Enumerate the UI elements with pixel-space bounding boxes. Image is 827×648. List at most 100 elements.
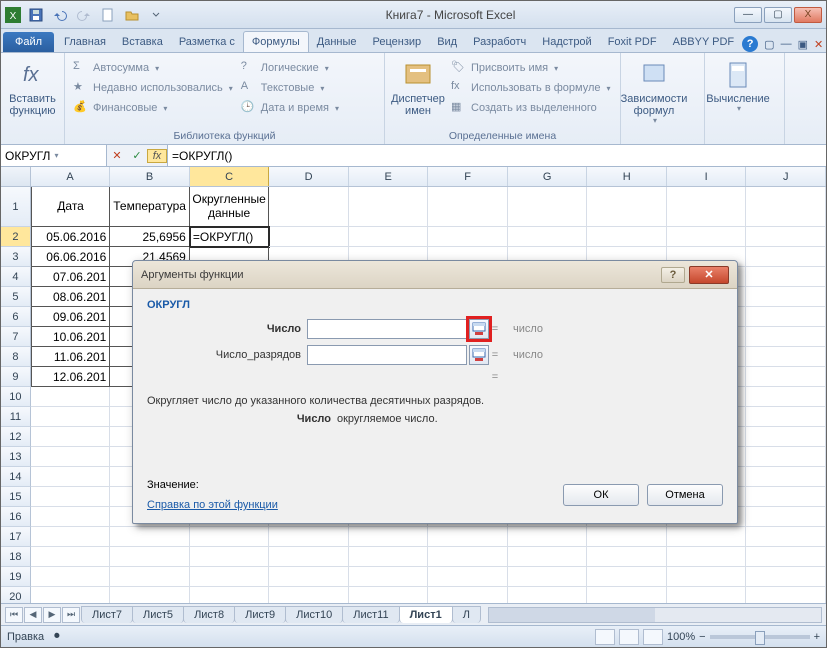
- cell[interactable]: [190, 547, 270, 567]
- col-H[interactable]: H: [587, 167, 667, 186]
- zoom-in-icon[interactable]: +: [814, 631, 820, 643]
- save-icon[interactable]: [25, 5, 47, 25]
- sheet-nav-first-icon[interactable]: ⏮: [5, 607, 23, 623]
- cell[interactable]: [349, 527, 429, 547]
- cell[interactable]: [746, 387, 826, 407]
- cell[interactable]: [190, 527, 270, 547]
- qat-more-icon[interactable]: [145, 5, 167, 25]
- tab-abbyy[interactable]: ABBYY PDF: [665, 32, 743, 52]
- cell[interactable]: [746, 447, 826, 467]
- sheet-tab[interactable]: Лист10: [285, 606, 343, 623]
- arg2-refedit-button[interactable]: [469, 345, 489, 365]
- close-button[interactable]: X: [794, 7, 822, 23]
- cell[interactable]: [746, 407, 826, 427]
- formula-auditing-button[interactable]: Зависимости формул▾: [627, 55, 681, 126]
- row-header[interactable]: 8: [1, 347, 31, 367]
- sheet-nav-prev-icon[interactable]: ◀: [24, 607, 42, 623]
- mdi-close-icon[interactable]: ✕: [814, 38, 823, 51]
- cell[interactable]: 12.06.201: [31, 367, 111, 387]
- zoom-slider[interactable]: [710, 635, 810, 639]
- row-header[interactable]: 13: [1, 447, 31, 467]
- cell[interactable]: [667, 547, 747, 567]
- cell[interactable]: [746, 427, 826, 447]
- cell[interactable]: [746, 307, 826, 327]
- cell[interactable]: [31, 547, 111, 567]
- insert-function-button[interactable]: fx Вставить функцию: [7, 55, 58, 117]
- cell[interactable]: [269, 527, 349, 547]
- cell[interactable]: [269, 227, 349, 247]
- cell[interactable]: [587, 567, 667, 587]
- cell[interactable]: [349, 187, 429, 227]
- dialog-ok-button[interactable]: ОК: [563, 484, 639, 506]
- cell[interactable]: [428, 187, 508, 227]
- row-header[interactable]: 15: [1, 487, 31, 507]
- cell[interactable]: [508, 567, 588, 587]
- cell[interactable]: [428, 527, 508, 547]
- new-icon[interactable]: [97, 5, 119, 25]
- file-tab[interactable]: Файл: [3, 32, 54, 52]
- fx-button[interactable]: fx: [147, 149, 167, 163]
- cancel-formula-icon[interactable]: ✕: [107, 146, 127, 166]
- tab-addins[interactable]: Надстрой: [534, 32, 599, 52]
- mdi-restore-icon[interactable]: ▣: [798, 38, 808, 51]
- col-G[interactable]: G: [508, 167, 588, 186]
- cell[interactable]: [746, 527, 826, 547]
- cell[interactable]: 10.06.201: [31, 327, 111, 347]
- maximize-button[interactable]: ▢: [764, 7, 792, 23]
- text-button[interactable]: AТекстовые▾: [239, 79, 341, 97]
- cell[interactable]: [31, 447, 111, 467]
- cell[interactable]: [31, 467, 111, 487]
- horizontal-scrollbar[interactable]: [488, 607, 822, 623]
- cell[interactable]: [667, 587, 747, 603]
- enter-formula-icon[interactable]: ✓: [127, 146, 147, 166]
- row-header[interactable]: 17: [1, 527, 31, 547]
- cell[interactable]: [667, 227, 747, 247]
- cell[interactable]: [31, 507, 111, 527]
- row-header[interactable]: 12: [1, 427, 31, 447]
- sheet-tab[interactable]: Лист5: [132, 606, 184, 623]
- datetime-button[interactable]: 🕒Дата и время▾: [239, 99, 341, 117]
- cell[interactable]: [428, 567, 508, 587]
- row-header[interactable]: 14: [1, 467, 31, 487]
- row-header[interactable]: 6: [1, 307, 31, 327]
- cell[interactable]: [269, 547, 349, 567]
- cell[interactable]: [190, 567, 270, 587]
- recent-button[interactable]: ★Недавно использовались▾: [71, 79, 235, 97]
- logical-button[interactable]: ?Логические▾: [239, 59, 341, 77]
- arg1-refedit-button[interactable]: [469, 319, 489, 339]
- help-icon[interactable]: ?: [742, 36, 758, 52]
- pagebreak-view-icon[interactable]: [643, 629, 663, 645]
- cell[interactable]: Округленные данные: [190, 187, 270, 227]
- name-manager-button[interactable]: Диспетчер имен: [391, 55, 445, 117]
- tab-foxit[interactable]: Foxit PDF: [600, 32, 665, 52]
- layout-view-icon[interactable]: [619, 629, 639, 645]
- row-header[interactable]: 11: [1, 407, 31, 427]
- cell[interactable]: [428, 587, 508, 603]
- tab-pagelayout[interactable]: Разметка с: [171, 32, 243, 52]
- tab-review[interactable]: Рецензир: [365, 32, 430, 52]
- normal-view-icon[interactable]: [595, 629, 615, 645]
- col-B[interactable]: B: [110, 167, 190, 186]
- cell[interactable]: [746, 587, 826, 603]
- col-A[interactable]: A: [31, 167, 111, 186]
- cell[interactable]: [746, 327, 826, 347]
- sheet-nav-next-icon[interactable]: ▶: [43, 607, 61, 623]
- col-D[interactable]: D: [269, 167, 349, 186]
- dialog-cancel-button[interactable]: Отмена: [647, 484, 723, 506]
- cell[interactable]: 07.06.201: [31, 267, 111, 287]
- row-header[interactable]: 5: [1, 287, 31, 307]
- dialog-titlebar[interactable]: Аргументы функции ? ✕: [133, 261, 737, 289]
- row-header[interactable]: 16: [1, 507, 31, 527]
- sheet-nav-last-icon[interactable]: ⏭: [62, 607, 80, 623]
- cell[interactable]: [269, 567, 349, 587]
- row-header[interactable]: 2: [1, 227, 31, 247]
- dialog-help-link[interactable]: Справка по этой функции: [147, 499, 278, 511]
- col-E[interactable]: E: [349, 167, 429, 186]
- cell[interactable]: [746, 267, 826, 287]
- cell[interactable]: =ОКРУГЛ(): [190, 227, 270, 247]
- cell[interactable]: [746, 467, 826, 487]
- cell[interactable]: [31, 527, 111, 547]
- cell[interactable]: 05.06.2016: [31, 227, 111, 247]
- cell[interactable]: [746, 487, 826, 507]
- row-header[interactable]: 10: [1, 387, 31, 407]
